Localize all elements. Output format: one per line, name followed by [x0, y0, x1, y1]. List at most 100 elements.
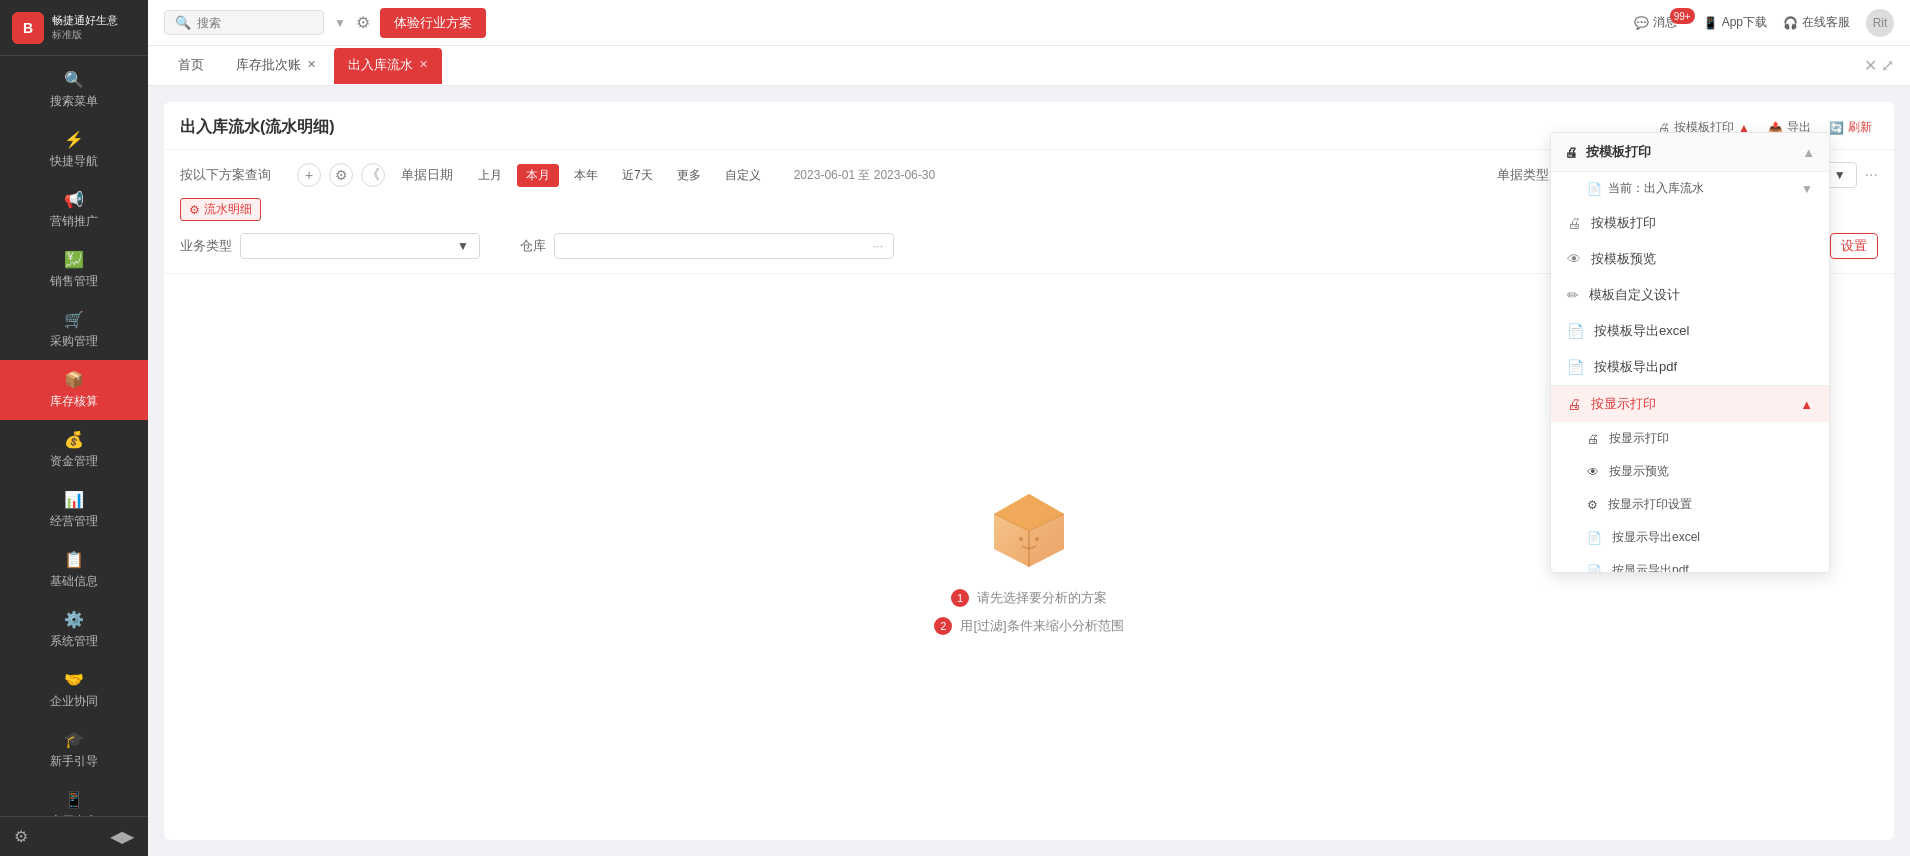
filter-tag-last-month[interactable]: 上月	[469, 164, 511, 187]
subitem-preview-label: 按显示预览	[1609, 463, 1669, 480]
tab-batch[interactable]: 库存批次账 ✕	[222, 48, 330, 84]
tab-flow-close-icon[interactable]: ✕	[419, 58, 428, 71]
sidebar-label-marketing: 营销推广	[50, 213, 98, 230]
headset-icon: 🎧	[1783, 16, 1798, 30]
sidebar-item-finance[interactable]: 💰 资金管理	[0, 420, 148, 480]
sidebar-logo: B 畅捷通好生意 标准版	[0, 0, 148, 56]
tab-batch-label: 库存批次账	[236, 56, 301, 74]
subitem-print-label: 按显示打印	[1609, 430, 1669, 447]
marketing-nav-icon: 📢	[64, 190, 84, 209]
dropdown-header: 🖨 按模板打印 ▲	[1551, 133, 1829, 172]
dropdown-up-arrow-icon[interactable]: ▲	[1802, 145, 1815, 160]
template-excel-icon: 📄	[1567, 323, 1584, 339]
warehouse-input[interactable]: ···	[554, 233, 894, 259]
dropdown-subitem-display-settings[interactable]: ⚙ 按显示打印设置	[1551, 488, 1829, 521]
filter-tag-7days[interactable]: 近7天	[613, 164, 662, 187]
refresh-btn[interactable]: 🔄 刷新	[1823, 116, 1878, 139]
dropdown-item-template-pdf[interactable]: 📄 按模板导出pdf	[1551, 349, 1829, 385]
tab-home[interactable]: 首页	[164, 48, 218, 84]
warehouse-more-icon[interactable]: ···	[873, 239, 883, 253]
sidebar-item-inventory[interactable]: 📦 库存核算	[0, 360, 148, 420]
basic-nav-icon: 📋	[64, 550, 84, 569]
sidebar-item-guide[interactable]: 🎓 新手引导	[0, 720, 148, 780]
settings-icon[interactable]: ⚙	[14, 827, 28, 846]
sidebar-item-marketing[interactable]: 📢 营销推广	[0, 180, 148, 240]
filter-tag-more[interactable]: 更多	[668, 164, 710, 187]
template-pdf-icon: 📄	[1567, 359, 1584, 375]
dropdown-item-template-print[interactable]: 🖨 按模板打印	[1551, 205, 1829, 241]
add-filter-btn[interactable]: +	[297, 163, 321, 187]
sidebar-item-shortcut[interactable]: ⚡ 快捷导航	[0, 120, 148, 180]
sidebar-item-system[interactable]: ⚙️ 系统管理	[0, 600, 148, 660]
template-custom-label: 模板自定义设计	[1589, 286, 1680, 304]
active-filter-chip[interactable]: ⚙ 流水明细	[180, 198, 261, 221]
online-service-label: 在线客服	[1802, 14, 1850, 31]
step-2-num: 2	[934, 617, 952, 635]
sidebar-item-operations[interactable]: 📊 经营管理	[0, 480, 148, 540]
cooperation-nav-icon: 🤝	[64, 670, 84, 689]
maximize-window-icon[interactable]: ⤢	[1881, 56, 1894, 75]
settings-filter-btn[interactable]: ⚙	[329, 163, 353, 187]
template-preview-label: 按模板预览	[1591, 250, 1656, 268]
app-version: 标准版	[52, 28, 118, 42]
dropdown-item-template-custom[interactable]: ✏ 模板自定义设计	[1551, 277, 1829, 313]
settings-btn[interactable]: 设置	[1830, 233, 1878, 259]
active-filter-label: 流水明细	[204, 201, 252, 218]
dropdown-item-template-preview[interactable]: 👁 按模板预览	[1551, 241, 1829, 277]
display-print-expand-icon[interactable]: ▲	[1800, 397, 1813, 412]
tab-bar: 首页 库存批次账 ✕ 出入库流水 ✕ ✕ ⤢	[148, 46, 1910, 86]
dropdown-item-display-print[interactable]: 🖨 按显示打印 ▲	[1551, 386, 1829, 422]
dropdown-subitem-display-pdf[interactable]: 📄 按显示导出pdf	[1551, 554, 1829, 572]
biz-type-input[interactable]: ▼	[240, 233, 480, 259]
filter-doc-type-label: 单据类型	[1497, 166, 1549, 184]
online-service-action[interactable]: 🎧 在线客服	[1783, 14, 1850, 31]
dropdown-current-label: 📄 当前：出入库流水 ▼	[1551, 172, 1829, 205]
tab-batch-close-icon[interactable]: ✕	[307, 58, 316, 71]
sidebar-label-purchase: 采购管理	[50, 333, 98, 350]
filter-date-group: 上月 本月 本年 近7天 更多 自定义	[469, 164, 770, 187]
header-search-box[interactable]: 🔍	[164, 10, 324, 35]
collapse-filter-btn[interactable]: 《	[361, 163, 385, 187]
sidebar-item-apps[interactable]: 📱 应用中心	[0, 780, 148, 816]
template-pdf-label: 按模板导出pdf	[1594, 358, 1677, 376]
phone-icon: 📱	[1703, 16, 1718, 30]
sidebar-item-search[interactable]: 🔍 搜索菜单	[0, 60, 148, 120]
dropdown-subitem-display-excel[interactable]: 📄 按显示导出excel	[1551, 521, 1829, 554]
current-expand-icon[interactable]: ▼	[1801, 182, 1813, 196]
inventory-nav-icon: 📦	[64, 370, 84, 389]
doc-type-dropdown-icon: ▼	[1834, 168, 1846, 182]
warehouse-label: 仓库	[520, 237, 546, 255]
sidebar-item-purchase[interactable]: 🛒 采购管理	[0, 300, 148, 360]
subitem-excel-icon: 📄	[1587, 531, 1602, 545]
settings-gear-icon[interactable]: ⚙	[356, 13, 370, 32]
user-avatar[interactable]: Rit	[1866, 9, 1894, 37]
message-icon: 💬	[1634, 16, 1649, 30]
empty-step-1: 1 请先选择要分析的方案	[951, 589, 1107, 607]
app-download-action[interactable]: 📱 App下载	[1703, 14, 1767, 31]
display-print-icon: 🖨	[1567, 396, 1581, 412]
search-input[interactable]	[197, 16, 297, 30]
filter-tag-custom[interactable]: 自定义	[716, 164, 770, 187]
filter-tag-this-month[interactable]: 本月	[517, 164, 559, 187]
doc-type-more-icon[interactable]: ···	[1865, 166, 1878, 184]
close-window-icon[interactable]: ✕	[1864, 56, 1877, 75]
subitem-pdf-label: 按显示导出pdf	[1612, 562, 1689, 572]
sidebar-item-cooperation[interactable]: 🤝 企业协同	[0, 660, 148, 720]
sidebar-label-shortcut: 快捷导航	[50, 153, 98, 170]
dropdown-subitem-display-preview[interactable]: 👁 按显示预览	[1551, 455, 1829, 488]
sidebar-item-basic[interactable]: 📋 基础信息	[0, 540, 148, 600]
top-header: 🔍 ▼ ⚙ 体验行业方案 💬 消息 99+ 📱 App下载 🎧 在线客服 Ri	[148, 0, 1910, 46]
dropdown-subitem-display-print[interactable]: 🖨 按显示打印	[1551, 422, 1829, 455]
header-right: 💬 消息 99+ 📱 App下载 🎧 在线客服 Rit	[1634, 9, 1894, 37]
template-custom-icon: ✏	[1567, 287, 1579, 303]
dropdown-item-template-excel[interactable]: 📄 按模板导出excel	[1551, 313, 1829, 349]
industry-btn[interactable]: 体验行业方案	[380, 8, 486, 38]
tab-flow[interactable]: 出入库流水 ✕	[334, 48, 442, 84]
collapse-sidebar-icon[interactable]: ◀▶	[110, 827, 134, 846]
purchase-nav-icon: 🛒	[64, 310, 84, 329]
dropdown-arrow-icon[interactable]: ▼	[334, 16, 346, 30]
message-action[interactable]: 💬 消息 99+	[1634, 14, 1687, 31]
dropdown-scroll: 📄 当前：出入库流水 ▼ 🖨 按模板打印 👁 按模板预览 ✏ 模板自定义设计	[1551, 172, 1829, 572]
filter-tag-this-year[interactable]: 本年	[565, 164, 607, 187]
sidebar-item-sales[interactable]: 💹 销售管理	[0, 240, 148, 300]
